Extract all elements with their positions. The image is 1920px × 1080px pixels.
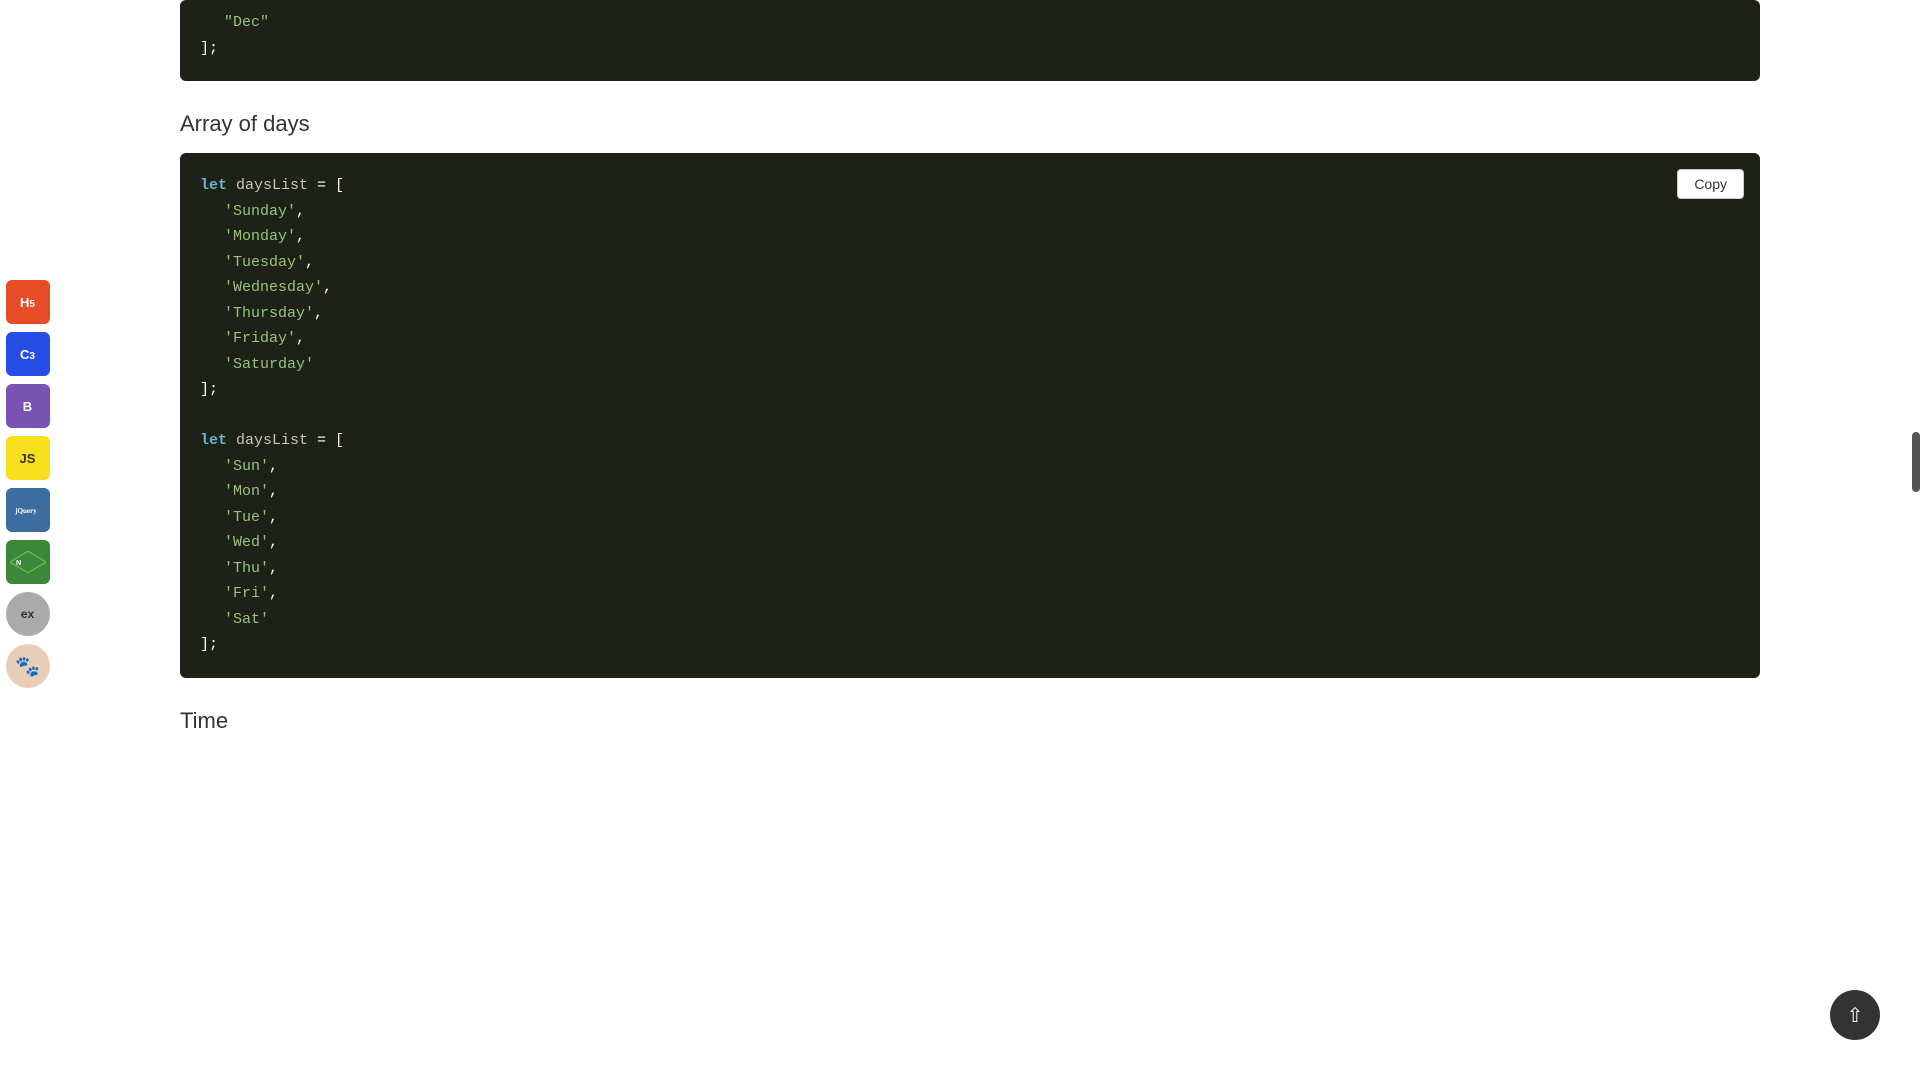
time-heading: Time: [180, 708, 1760, 734]
code-line-wed: 'Wed',: [200, 530, 1740, 556]
code-line-sunday: 'Sunday',: [200, 199, 1740, 225]
express-label: ex: [21, 607, 34, 621]
sidebar-icon-express[interactable]: ex: [6, 592, 50, 636]
array-of-days-heading: Array of days: [180, 111, 1760, 137]
scrollbar[interactable]: [1912, 432, 1920, 492]
code-line-thu: 'Thu',: [200, 556, 1740, 582]
code-line-mon: 'Mon',: [200, 479, 1740, 505]
svg-text:jQuery: jQuery: [14, 507, 37, 515]
sidebar-icon-nodejs[interactable]: N: [6, 540, 50, 584]
sidebar-icon-bootstrap[interactable]: B: [6, 384, 50, 428]
code-line-tuesday: 'Tuesday',: [200, 250, 1740, 276]
main-content: "Dec" ]; Array of days Copy let daysList…: [60, 0, 1920, 774]
code-line-wednesday: 'Wednesday',: [200, 275, 1740, 301]
css3-label: C3: [20, 347, 35, 362]
code-line-sun: 'Sun',: [200, 454, 1740, 480]
code-line-fri: 'Fri',: [200, 581, 1740, 607]
bootstrap-label: B: [23, 399, 32, 414]
sidebar-icon-js[interactable]: JS: [6, 436, 50, 480]
days-code-area: let daysList = [ 'Sunday', 'Monday', 'Tu…: [200, 173, 1740, 658]
sidebar-icon-html5[interactable]: H5: [6, 280, 50, 324]
code-line-saturday: 'Saturday': [200, 352, 1740, 378]
svg-text:N: N: [16, 558, 21, 567]
code-line-let2: let daysList = [: [200, 428, 1740, 454]
scroll-to-top-button[interactable]: ⇧: [1830, 990, 1880, 1040]
chevron-up-icon: ⇧: [1847, 1003, 1864, 1028]
jquery-icon: jQuery: [12, 494, 44, 526]
top-code-block: "Dec" ];: [180, 0, 1760, 81]
js-label: JS: [20, 451, 36, 466]
top-line2: ];: [200, 36, 1740, 62]
sidebar-icon-jquery[interactable]: jQuery: [6, 488, 50, 532]
code-line-tue: 'Tue',: [200, 505, 1740, 531]
copy-button[interactable]: Copy: [1677, 169, 1744, 199]
code-line-thursday: 'Thursday',: [200, 301, 1740, 327]
sidebar-icon-paw[interactable]: 🐾: [6, 644, 50, 688]
paw-icon: 🐾: [15, 654, 40, 679]
html5-label: H5: [20, 295, 35, 310]
top-line1: "Dec": [200, 10, 1740, 36]
days-code-block: Copy let daysList = [ 'Sunday', 'Monday'…: [180, 153, 1760, 678]
code-line-friday: 'Friday',: [200, 326, 1740, 352]
code-line-close2: ];: [200, 632, 1740, 658]
code-line-sat: 'Sat': [200, 607, 1740, 633]
sidebar-icon-css3[interactable]: C3: [6, 332, 50, 376]
nodejs-icon: N: [10, 551, 46, 573]
code-line-let1: let daysList = [: [200, 173, 1740, 199]
code-line-monday: 'Monday',: [200, 224, 1740, 250]
sidebar: H5 C3 B JS jQuery N ex 🐾: [0, 0, 55, 1080]
top-code-area: "Dec" ];: [200, 10, 1740, 61]
code-line-close1: ];: [200, 377, 1740, 403]
